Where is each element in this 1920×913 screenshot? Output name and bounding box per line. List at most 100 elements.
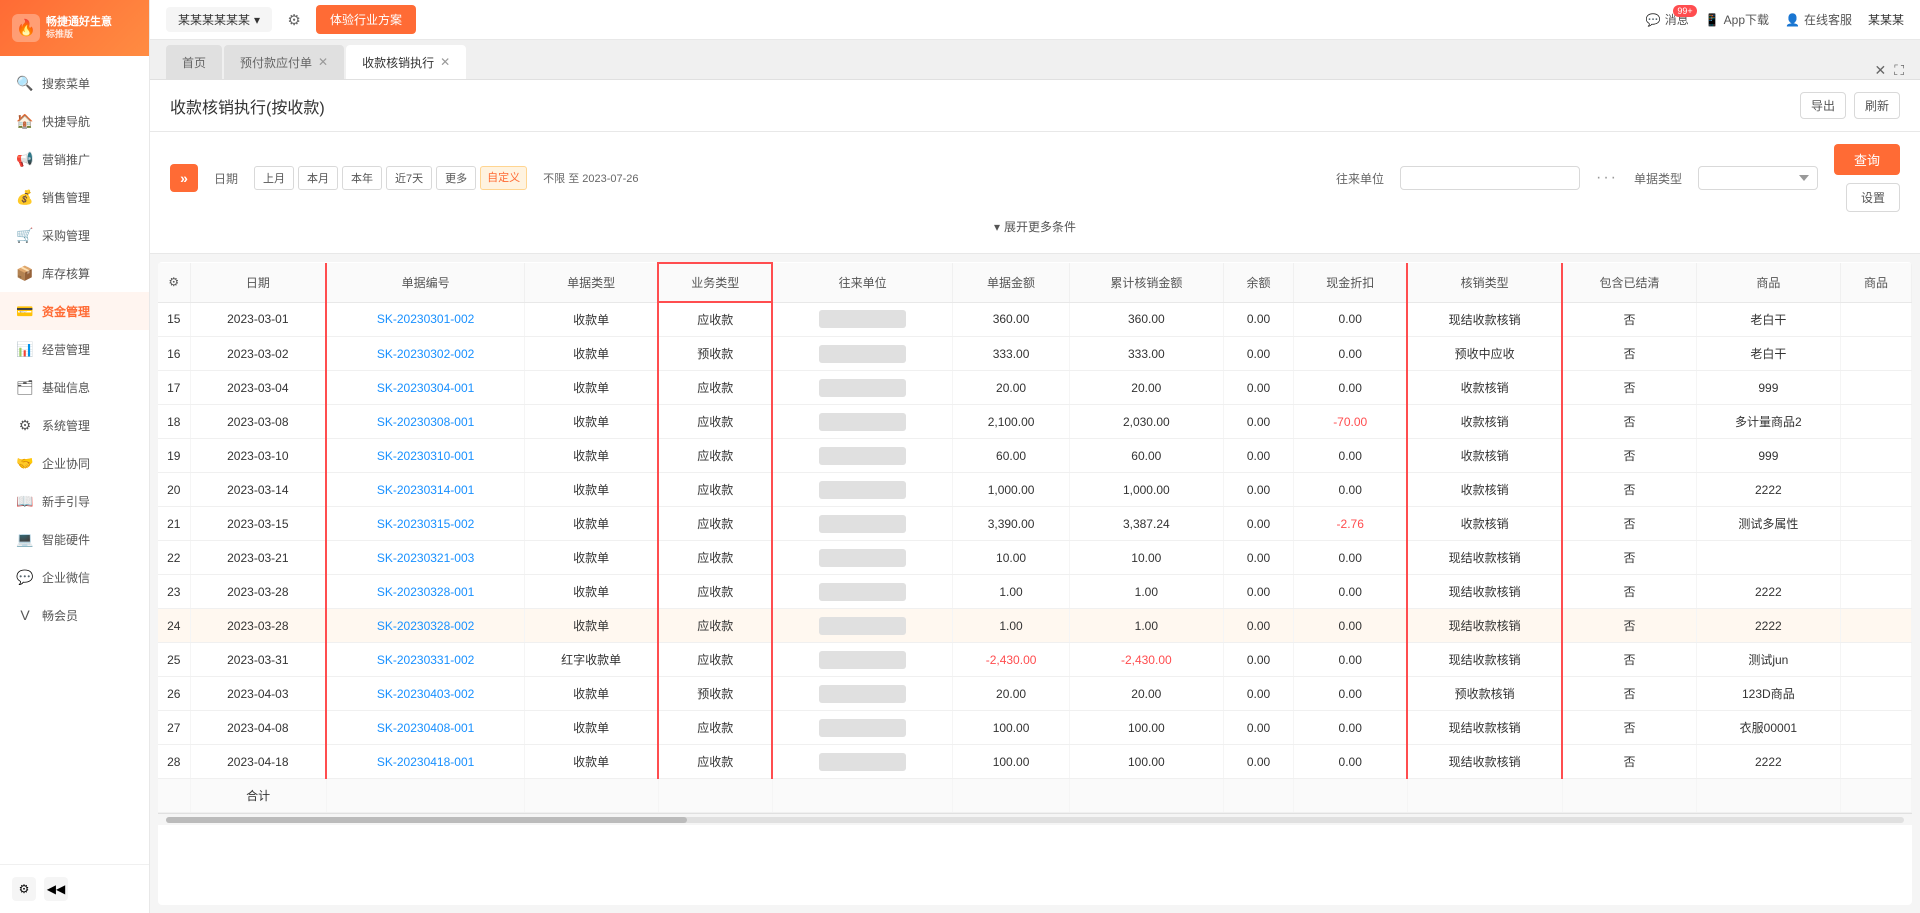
sidebar-item-finance[interactable]: 💳资金管理: [0, 292, 149, 330]
filter-settings-btn[interactable]: 设置: [1846, 183, 1900, 212]
sidebar-item-member[interactable]: V畅会员: [0, 596, 149, 634]
filter-last-month[interactable]: 上月: [254, 166, 294, 190]
cell-0-7: 360.00: [1070, 302, 1224, 337]
cell-12-2[interactable]: SK-20230408-001: [326, 711, 524, 745]
cell-3-1: 2023-03-08: [190, 405, 326, 439]
cell-1-5: ██████: [772, 337, 952, 371]
tab-close-2[interactable]: ✕: [440, 55, 450, 69]
code-link-13[interactable]: SK-20230418-001: [377, 755, 474, 769]
sidebar-collapse-icon[interactable]: ◀◀: [44, 877, 68, 901]
code-link-10[interactable]: SK-20230331-002: [377, 653, 474, 667]
cell-10-6: -2,430.00: [953, 643, 1070, 677]
code-link-12[interactable]: SK-20230408-001: [377, 721, 474, 735]
code-link-0[interactable]: SK-20230301-002: [377, 312, 474, 326]
cell-8-2[interactable]: SK-20230328-001: [326, 575, 524, 609]
cell-6-2[interactable]: SK-20230315-002: [326, 507, 524, 541]
table-row: 192023-03-10SK-20230310-001收款单应收款██████6…: [158, 439, 1912, 473]
cell-10-2[interactable]: SK-20230331-002: [326, 643, 524, 677]
total-cell-7: [1070, 779, 1224, 813]
cell-13-13: [1841, 745, 1912, 779]
topbar-company[interactable]: 某某某某某某 ▾: [166, 7, 272, 32]
cell-9-2[interactable]: SK-20230328-002: [326, 609, 524, 643]
sidebar-item-sales[interactable]: 💰销售管理: [0, 178, 149, 216]
tab-2[interactable]: 收款核销执行✕: [346, 45, 466, 79]
cell-10-9: 0.00: [1294, 643, 1407, 677]
sidebar-item-guide[interactable]: 📖新手引导: [0, 482, 149, 520]
sidebar-item-base[interactable]: 🗂基础信息: [0, 368, 149, 406]
sidebar-item-marketing[interactable]: 📢营销推广: [0, 140, 149, 178]
cell-9-12: 2222: [1696, 609, 1840, 643]
cell-0-2[interactable]: SK-20230301-002: [326, 302, 524, 337]
cell-8-11: 否: [1562, 575, 1696, 609]
code-link-6[interactable]: SK-20230315-002: [377, 517, 474, 531]
filter-this-month[interactable]: 本月: [298, 166, 338, 190]
code-link-3[interactable]: SK-20230308-001: [377, 415, 474, 429]
code-link-1[interactable]: SK-20230302-002: [377, 347, 474, 361]
table-row: 202023-03-14SK-20230314-001收款单应收款██████1…: [158, 473, 1912, 507]
tab-close-1[interactable]: ✕: [318, 55, 328, 69]
code-link-2[interactable]: SK-20230304-001: [377, 381, 474, 395]
service-label: 在线客服: [1804, 11, 1852, 28]
cell-11-2[interactable]: SK-20230403-002: [326, 677, 524, 711]
data-table: ⚙日期单据编号单据类型业务类型往来单位单据金额累计核销金额余额现金折扣核销类型包…: [158, 262, 1912, 813]
topbar-online-service[interactable]: 👤 在线客服: [1785, 11, 1852, 28]
cell-11-10: 预收款核销: [1407, 677, 1562, 711]
sidebar-item-purchase[interactable]: 🛒采购管理: [0, 216, 149, 254]
filter-more[interactable]: 更多: [436, 166, 476, 190]
code-link-4[interactable]: SK-20230310-001: [377, 449, 474, 463]
export-btn[interactable]: 导出: [1800, 92, 1846, 119]
filter-partner-input[interactable]: [1400, 166, 1580, 190]
cell-12-0: 27: [158, 711, 190, 745]
code-link-9[interactable]: SK-20230328-002: [377, 619, 474, 633]
filter-toggle-btn[interactable]: »: [170, 164, 198, 192]
tab-1[interactable]: 预付款应付单✕: [224, 45, 344, 79]
filter-vtype-select[interactable]: [1698, 166, 1818, 190]
cell-13-2[interactable]: SK-20230418-001: [326, 745, 524, 779]
sidebar-item-corp[interactable]: 🤝企业协同: [0, 444, 149, 482]
tab-close-all[interactable]: ✕: [1874, 62, 1886, 79]
filter-partner-label: 往来单位: [1336, 170, 1384, 187]
company-name: 某某某某某某: [178, 11, 250, 28]
code-link-5[interactable]: SK-20230314-001: [377, 483, 474, 497]
code-link-7[interactable]: SK-20230321-003: [377, 551, 474, 565]
sidebar-item-search[interactable]: 🔍搜索菜单: [0, 64, 149, 102]
filter-query-btn[interactable]: 查询: [1834, 144, 1900, 175]
table-scrollbar[interactable]: [158, 813, 1912, 825]
table-row: 182023-03-08SK-20230308-001收款单应收款██████2…: [158, 405, 1912, 439]
sidebar-icon-finance: 💳: [16, 302, 34, 320]
table-settings-icon[interactable]: ⚙: [168, 275, 179, 289]
cell-7-2[interactable]: SK-20230321-003: [326, 541, 524, 575]
table-row: 212023-03-15SK-20230315-002收款单应收款██████3…: [158, 507, 1912, 541]
filter-this-year[interactable]: 本年: [342, 166, 382, 190]
cell-3-2[interactable]: SK-20230308-001: [326, 405, 524, 439]
topbar-app-download[interactable]: 📱 App下载: [1705, 11, 1769, 28]
sidebar-settings-icon[interactable]: ⚙: [12, 877, 36, 901]
cell-5-2[interactable]: SK-20230314-001: [326, 473, 524, 507]
sidebar-item-ops[interactable]: 📊经营管理: [0, 330, 149, 368]
cell-1-2[interactable]: SK-20230302-002: [326, 337, 524, 371]
refresh-btn[interactable]: 刷新: [1854, 92, 1900, 119]
sidebar-item-wechat[interactable]: 💬企业微信: [0, 558, 149, 596]
trial-btn[interactable]: 体验行业方案: [316, 5, 416, 34]
sidebar-item-inventory[interactable]: 📦库存核算: [0, 254, 149, 292]
cell-2-10: 收款核销: [1407, 371, 1562, 405]
cell-4-2[interactable]: SK-20230310-001: [326, 439, 524, 473]
code-link-11[interactable]: SK-20230403-002: [377, 687, 474, 701]
filter-custom-btn[interactable]: 自定义: [480, 166, 527, 190]
sidebar-item-system[interactable]: ⚙系统管理: [0, 406, 149, 444]
cell-2-2[interactable]: SK-20230304-001: [326, 371, 524, 405]
cell-13-1: 2023-04-18: [190, 745, 326, 779]
cell-6-10: 收款核销: [1407, 507, 1562, 541]
topbar-settings-icon[interactable]: ⚙: [280, 6, 308, 34]
code-link-8[interactable]: SK-20230328-001: [377, 585, 474, 599]
cell-9-11: 否: [1562, 609, 1696, 643]
tab-fullscreen[interactable]: ⛶: [1894, 62, 1904, 79]
topbar-messages[interactable]: 💬 消息 99+: [1646, 11, 1689, 28]
tab-0[interactable]: 首页: [166, 45, 222, 79]
filter-expand-btn[interactable]: ▾ 展开更多条件: [170, 212, 1900, 241]
cell-8-9: 0.00: [1294, 575, 1407, 609]
cell-11-5: ██████: [772, 677, 952, 711]
sidebar-item-hardware[interactable]: 💻智能硬件: [0, 520, 149, 558]
sidebar-item-nav[interactable]: 🏠快捷导航: [0, 102, 149, 140]
filter-7days[interactable]: 近7天: [386, 166, 432, 190]
